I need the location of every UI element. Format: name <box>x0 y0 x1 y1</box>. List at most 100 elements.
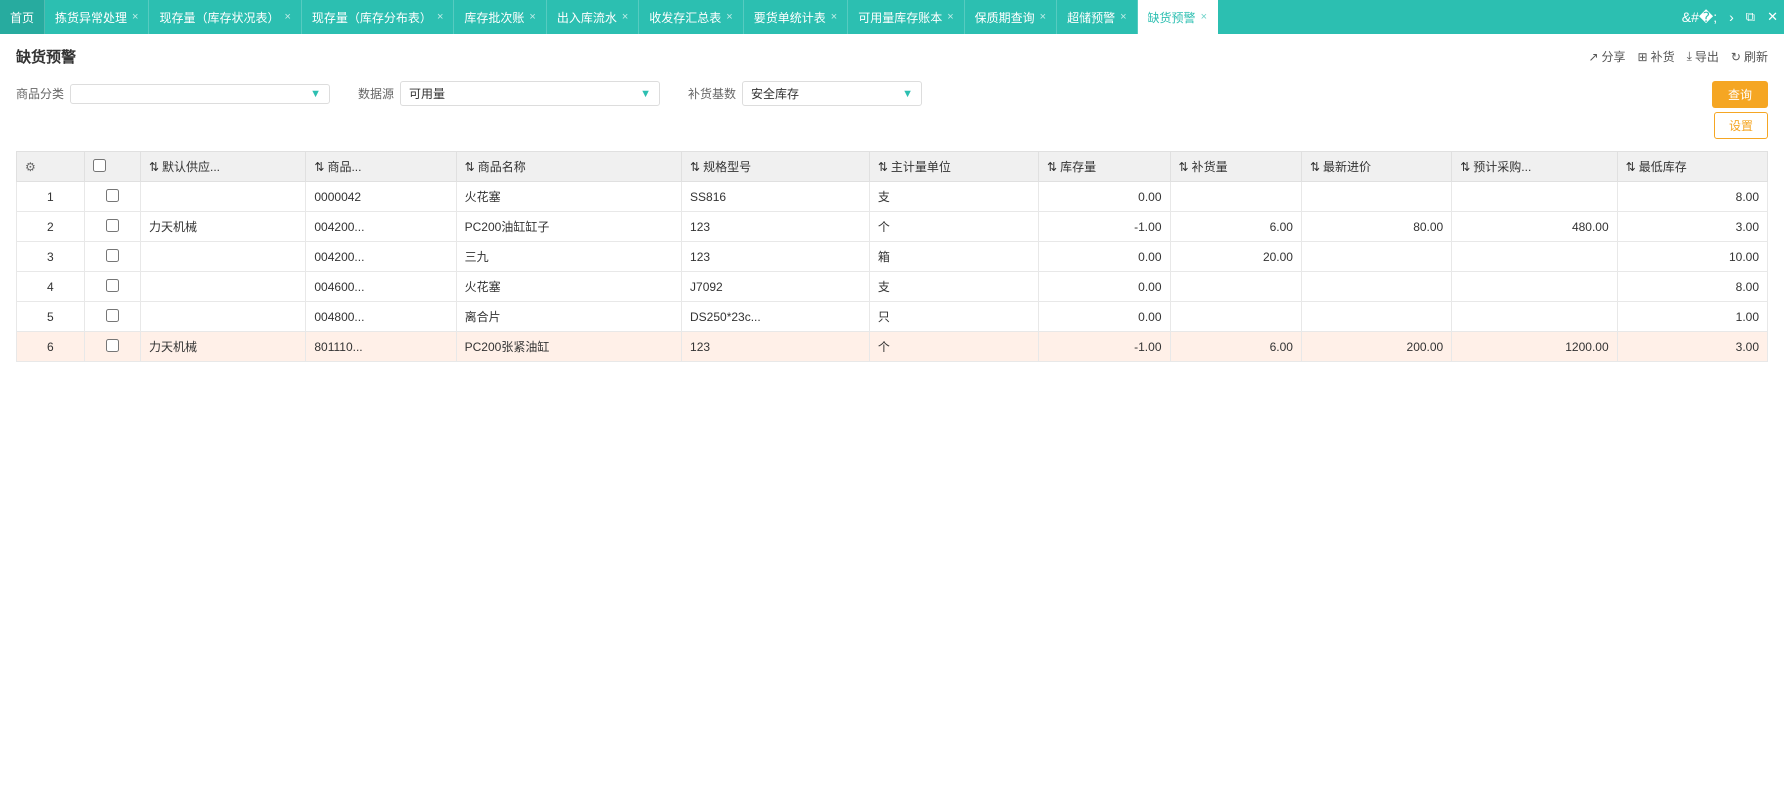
tab-inout[interactable]: 出入库流水 × <box>547 0 639 34</box>
cell-spec-1: 123 <box>682 212 870 242</box>
cell-check-4[interactable] <box>84 302 140 332</box>
table-row: 3 004200... 三九 123 箱 0.00 20.00 10.00 <box>17 242 1768 272</box>
tab-overstock[interactable]: 超储预警 × <box>1057 0 1137 34</box>
tab-expiry-close[interactable]: × <box>1040 11 1046 23</box>
cell-check-1[interactable] <box>84 212 140 242</box>
th-spec[interactable]: ⇅ 规格型号 <box>682 152 870 182</box>
cell-unit-2: 箱 <box>869 242 1038 272</box>
tab-available-close[interactable]: × <box>947 11 953 23</box>
cell-check-0[interactable] <box>84 182 140 212</box>
basis-select[interactable]: 安全库存 ▼ <box>742 81 922 106</box>
row-checkbox-2[interactable] <box>106 249 119 262</box>
category-select[interactable]: ▼ <box>70 84 330 104</box>
row-checkbox-1[interactable] <box>106 219 119 232</box>
cell-supplier-5: 力天机械 <box>140 332 305 362</box>
cell-check-3[interactable] <box>84 272 140 302</box>
cell-minstk-3: 8.00 <box>1617 272 1767 302</box>
th-unit-sort-icon: ⇅ <box>878 160 888 174</box>
datasource-select[interactable]: 可用量 ▼ <box>400 81 660 106</box>
settings-button[interactable]: 设置 <box>1714 112 1768 139</box>
cell-code-0: 0000042 <box>306 182 456 212</box>
tab-shortage-close[interactable]: × <box>1201 11 1207 23</box>
tab-prev-btn[interactable]: &#�; <box>1676 9 1723 26</box>
tab-batch[interactable]: 库存批次账 × <box>454 0 546 34</box>
tab-shortage[interactable]: 缺货预警 × <box>1138 0 1218 34</box>
th-price-label: 最新进价 <box>1323 158 1371 175</box>
th-code[interactable]: ⇅ 商品... <box>306 152 456 182</box>
cell-supplier-1: 力天机械 <box>140 212 305 242</box>
cell-code-1: 004200... <box>306 212 456 242</box>
tab-stock-status[interactable]: 现存量（库存状况表） × <box>149 0 301 34</box>
tab-next-btn[interactable]: › <box>1723 9 1740 25</box>
share-icon: ↗ <box>1588 50 1598 64</box>
tab-batch-close[interactable]: × <box>529 11 535 23</box>
cell-check-2[interactable] <box>84 242 140 272</box>
th-stock-label: 库存量 <box>1060 158 1096 175</box>
th-name-sort-icon: ⇅ <box>465 160 475 174</box>
basis-value: 安全库存 <box>751 85 799 102</box>
th-price[interactable]: ⇅ 最新进价 <box>1301 152 1451 182</box>
select-all-checkbox[interactable] <box>93 159 106 172</box>
th-minstk-label: 最低库存 <box>1639 158 1687 175</box>
th-replenish[interactable]: ⇅ 补货量 <box>1170 152 1301 182</box>
th-minstk-sort-icon: ⇅ <box>1626 160 1636 174</box>
tab-summary-close[interactable]: × <box>726 11 732 23</box>
tab-overstock-label: 超储预警 <box>1067 9 1115 26</box>
tab-available[interactable]: 可用量库存账本 × <box>848 0 964 34</box>
tab-abnormal[interactable]: 拣货异常处理 × <box>45 0 149 34</box>
cell-purchase-5: 1200.00 <box>1452 332 1617 362</box>
cell-spec-4: DS250*23c... <box>682 302 870 332</box>
tab-close-btn[interactable]: ✕ <box>1761 9 1784 25</box>
row-checkbox-0[interactable] <box>106 189 119 202</box>
cell-price-5: 200.00 <box>1301 332 1451 362</box>
query-button[interactable]: 查询 <box>1712 81 1768 108</box>
th-purchase[interactable]: ⇅ 预计采购... <box>1452 152 1617 182</box>
th-name[interactable]: ⇅ 商品名称 <box>456 152 681 182</box>
th-supplier[interactable]: ⇅ 默认供应... <box>140 152 305 182</box>
cell-name-4: 离合片 <box>456 302 681 332</box>
tab-summary-label: 收发存汇总表 <box>649 9 721 26</box>
th-spec-label: 规格型号 <box>703 158 751 175</box>
cell-stock-0: 0.00 <box>1039 182 1170 212</box>
tab-order-stat-close[interactable]: × <box>831 11 837 23</box>
th-stock[interactable]: ⇅ 库存量 <box>1039 152 1170 182</box>
share-button[interactable]: ↗ 分享 <box>1588 48 1625 65</box>
tab-expiry[interactable]: 保质期查询 × <box>965 0 1057 34</box>
tab-stock-dist-label: 现存量（库存分布表） <box>312 9 432 26</box>
cell-replenish-1: 6.00 <box>1170 212 1301 242</box>
cell-supplier-0 <box>140 182 305 212</box>
tab-inout-close[interactable]: × <box>622 11 628 23</box>
tab-abnormal-close[interactable]: × <box>132 11 138 23</box>
th-code-label: 商品... <box>327 158 361 175</box>
cell-check-5[interactable] <box>84 332 140 362</box>
tab-restore-btn[interactable]: ⧉ <box>1740 9 1761 25</box>
tab-stock-dist[interactable]: 现存量（库存分布表） × <box>302 0 454 34</box>
cell-minstk-1: 3.00 <box>1617 212 1767 242</box>
tab-stock-status-close[interactable]: × <box>284 11 290 23</box>
row-checkbox-3[interactable] <box>106 279 119 292</box>
cell-code-2: 004200... <box>306 242 456 272</box>
th-unit[interactable]: ⇅ 主计量单位 <box>869 152 1038 182</box>
tab-overstock-close[interactable]: × <box>1120 11 1126 23</box>
tab-stock-dist-close[interactable]: × <box>437 11 443 23</box>
gear-icon[interactable]: ⚙ <box>25 160 36 174</box>
cell-minstk-2: 10.00 <box>1617 242 1767 272</box>
refresh-button[interactable]: ↻ 刷新 <box>1731 48 1768 65</box>
th-check[interactable] <box>84 152 140 182</box>
th-price-sort-icon: ⇅ <box>1310 160 1320 174</box>
tab-home-label: 首页 <box>10 9 34 26</box>
replenish-button[interactable]: ⊞ 补货 <box>1638 48 1675 65</box>
th-gear[interactable]: ⚙ <box>17 152 85 182</box>
export-button[interactable]: ⤓ 导出 <box>1687 48 1719 65</box>
cell-purchase-0 <box>1452 182 1617 212</box>
row-checkbox-4[interactable] <box>106 309 119 322</box>
row-checkbox-5[interactable] <box>106 339 119 352</box>
tab-order-stat[interactable]: 要货单统计表 × <box>744 0 848 34</box>
th-minstk[interactable]: ⇅ 最低库存 <box>1617 152 1767 182</box>
tab-inout-label: 出入库流水 <box>557 9 617 26</box>
tab-stock-status-label: 现存量（库存状况表） <box>159 9 279 26</box>
tab-summary[interactable]: 收发存汇总表 × <box>639 0 743 34</box>
tab-home[interactable]: 首页 <box>0 0 45 34</box>
cell-stock-3: 0.00 <box>1039 272 1170 302</box>
th-spec-sort-icon: ⇅ <box>690 160 700 174</box>
